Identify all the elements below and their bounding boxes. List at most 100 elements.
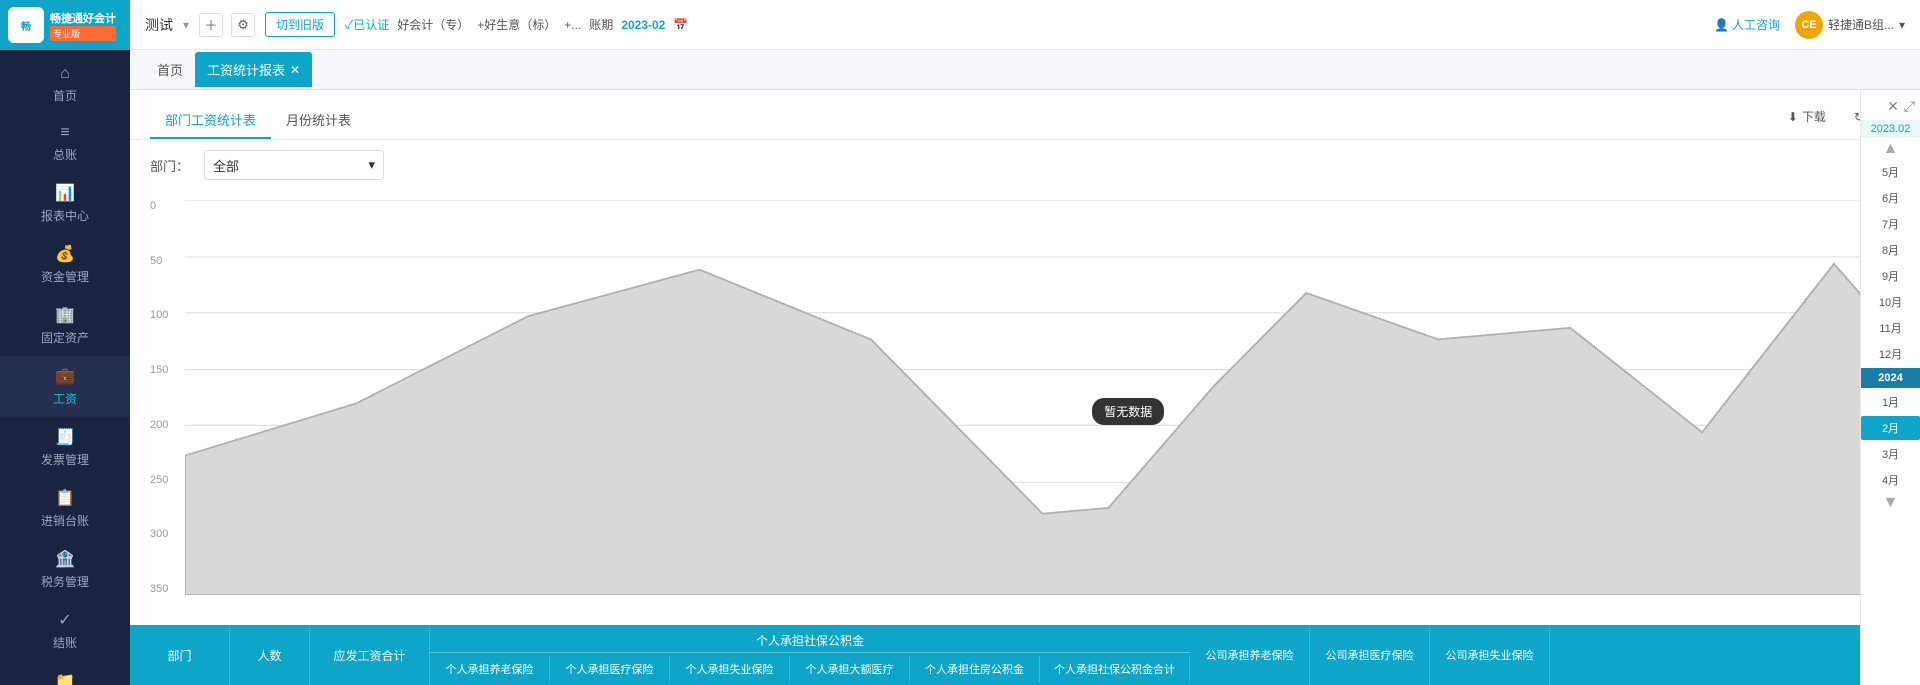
topbar-status: ✓已认证 好会计（专） +好生意（标） +... 账期 2023-02 📅 [345,16,688,33]
download-icon: ⬇ [1788,110,1798,124]
help-button[interactable]: 👤 人工咨询 [1714,16,1780,33]
logo-badge: 专业版 [50,26,116,41]
topbar-dropdown-arrow[interactable]: ▾ [183,18,189,32]
sidebar-item-archive[interactable]: 📁 归档管理 [0,661,130,685]
calendar-icon[interactable]: 📅 [673,18,688,32]
invoice-icon: 🧾 [55,427,75,447]
sidebar-item-label: 发票管理 [41,451,89,468]
close-panel-icon[interactable]: ✕ [1887,98,1899,115]
checkout-icon: ✓ [58,610,71,630]
period-label: 账期 [589,16,613,33]
scroll-down-arrow[interactable]: ▼ [1861,494,1920,512]
sidebar-item-ledger[interactable]: ≡ 总账 [0,114,130,173]
sidebar-item-label: 首页 [53,87,77,104]
th-company-unemployment: 公司承担失业保险 [1430,625,1550,685]
select-arrow-icon: ▾ [368,157,375,173]
salary-icon: 💼 [55,366,75,386]
subtab-dept[interactable]: 部门工资统计表 [150,102,271,139]
th-personal-total: 个人承担社保公积金合计 [1040,656,1190,682]
tab-close-button[interactable]: ✕ [290,63,300,77]
sidebar-item-label: 工资 [53,390,77,407]
sidebar-item-home[interactable]: ⌂ 首页 [0,55,130,114]
tab-salary-report[interactable]: 工资统计报表 ✕ [195,52,312,87]
switch-version-button[interactable]: 切到旧版 [265,12,335,37]
topbar-title: 测试 [145,15,173,35]
settings-button[interactable]: ⚙ [231,13,255,37]
main-area: 测试 ▾ ＋ ⚙ 切到旧版 ✓已认证 好会计（专） +好生意（标） +... 账… [130,0,1920,685]
sidebar-item-salary[interactable]: 💼 工资 [0,356,130,417]
sidebar-item-tax[interactable]: 🏦 税务管理 [0,539,130,600]
period-value: 2023-02 [621,18,665,32]
avatar: CE [1795,11,1823,39]
th-personal-major-medical: 个人承担大额医疗 [790,656,910,682]
tab-home[interactable]: 首页 [145,52,195,87]
th-personal-medical: 个人承担医疗保险 [550,656,670,682]
th-count: 人数 [230,625,310,685]
month-item-7[interactable]: 7月 [1861,212,1920,236]
sidebar-item-label: 报表中心 [41,207,89,224]
sidebar-logo: 畅 畅捷通好会计 专业版 [0,0,130,50]
reports-icon: 📊 [55,183,75,203]
month-item-5[interactable]: 5月 [1861,160,1920,184]
month-item-10[interactable]: 10月 [1861,290,1920,314]
logo-title: 畅捷通好会计 [50,10,116,26]
sidebar-item-label: 税务管理 [41,573,89,590]
month-item-11[interactable]: 11月 [1861,316,1920,340]
funds-icon: 💰 [55,244,75,264]
user-dropdown-arrow: ▾ [1899,18,1905,32]
chart-tooltip: 暂无数据 [1092,398,1164,425]
topbar-right: 👤 人工咨询 CE 轻捷通B组... ▾ [1714,11,1905,39]
month-item-6[interactable]: 6月 [1861,186,1920,210]
year-header[interactable]: 2023.02 [1861,120,1920,138]
month-item-9[interactable]: 9月 [1861,264,1920,288]
dept-select[interactable]: 全部 ▾ [204,150,384,180]
tax-icon: 🏦 [55,549,75,569]
tabbar: 首页 工资统计报表 ✕ [130,50,1920,90]
chart-y-axis: 350 300 250 200 150 100 50 0 [150,200,168,595]
month-item-3[interactable]: 3月 [1861,442,1920,466]
sidebar-item-funds[interactable]: 💰 资金管理 [0,234,130,295]
th-company-medical: 公司承担医疗保险 [1310,625,1430,685]
ledger-icon: ≡ [60,124,69,142]
sidebar: 畅 畅捷通好会计 专业版 ⌂ 首页 ≡ 总账 📊 报表中心 💰 资金管理 🏢 固… [0,0,130,685]
month-item-1[interactable]: 1月 [1861,390,1920,414]
sidebar-item-label: 总账 [53,146,77,163]
sidebar-item-label: 资金管理 [41,268,89,285]
business-type: +好生意（标） [477,16,556,33]
table-header: 部门 人数 应发工资合计 个人承担社保公积金 个人承担养老保险 个人承担医疗保险 [130,625,1920,685]
sidebar-item-invoice[interactable]: 🧾 发票管理 [0,417,130,478]
sidebar-item-reports[interactable]: 📊 报表中心 [0,173,130,234]
more-status: +... [564,18,581,32]
month-item-4[interactable]: 4月 [1861,468,1920,492]
scroll-up-arrow[interactable]: ▲ [1861,140,1920,158]
th-personal-pension: 个人承担养老保险 [430,656,550,682]
sales-icon: 📋 [55,488,75,508]
topbar-icons: ＋ ⚙ [199,13,255,37]
certified-status: ✓已认证 [345,16,389,33]
th-personal-housing: 个人承担住房公积金 [910,656,1040,682]
content-area: 部门工资统计表 月份统计表 ⬇ 下载 ↻ 刷新 部门： 全部 ▾ [130,90,1920,685]
download-button[interactable]: ⬇ 下载 [1780,104,1834,129]
th-group-social: 个人承担社保公积金 个人承担养老保险 个人承担医疗保险 个人承担失业保险 个人承… [430,629,1190,682]
subtab-month[interactable]: 月份统计表 [271,102,366,139]
year-2024-label: 2024 [1861,368,1920,388]
sidebar-nav: ⌂ 首页 ≡ 总账 📊 报表中心 💰 资金管理 🏢 固定资产 💼 工资 🧾 发票… [0,50,130,685]
chart-container: 350 300 250 200 150 100 50 0 [130,190,1920,625]
dept-filter-label: 部门： [150,156,189,175]
username: 轻捷通B组... [1828,16,1894,33]
sidebar-item-label: 固定资产 [41,329,89,346]
toolbar-row: 部门： 全部 ▾ [130,140,1920,190]
right-panel: ✕ ⤢ 2023.02 ▲ 5月 6月 7月 8月 9月 10月 11月 12月… [1860,90,1920,685]
sidebar-item-assets[interactable]: 🏢 固定资产 [0,295,130,356]
sidebar-item-sales[interactable]: 📋 进销台账 [0,478,130,539]
month-item-2-active[interactable]: 2月 [1861,416,1920,440]
expand-panel-icon[interactable]: ⤢ [1904,98,1915,115]
sidebar-item-label: 进销台账 [41,512,89,529]
logo-icon: 畅 [8,7,44,43]
month-item-8[interactable]: 8月 [1861,238,1920,262]
user-menu[interactable]: CE 轻捷通B组... ▾ [1795,11,1905,39]
month-item-12[interactable]: 12月 [1861,342,1920,366]
th-total-salary: 应发工资合计 [310,625,430,685]
add-button[interactable]: ＋ [199,13,223,37]
sidebar-item-checkout[interactable]: ✓ 结账 [0,600,130,661]
